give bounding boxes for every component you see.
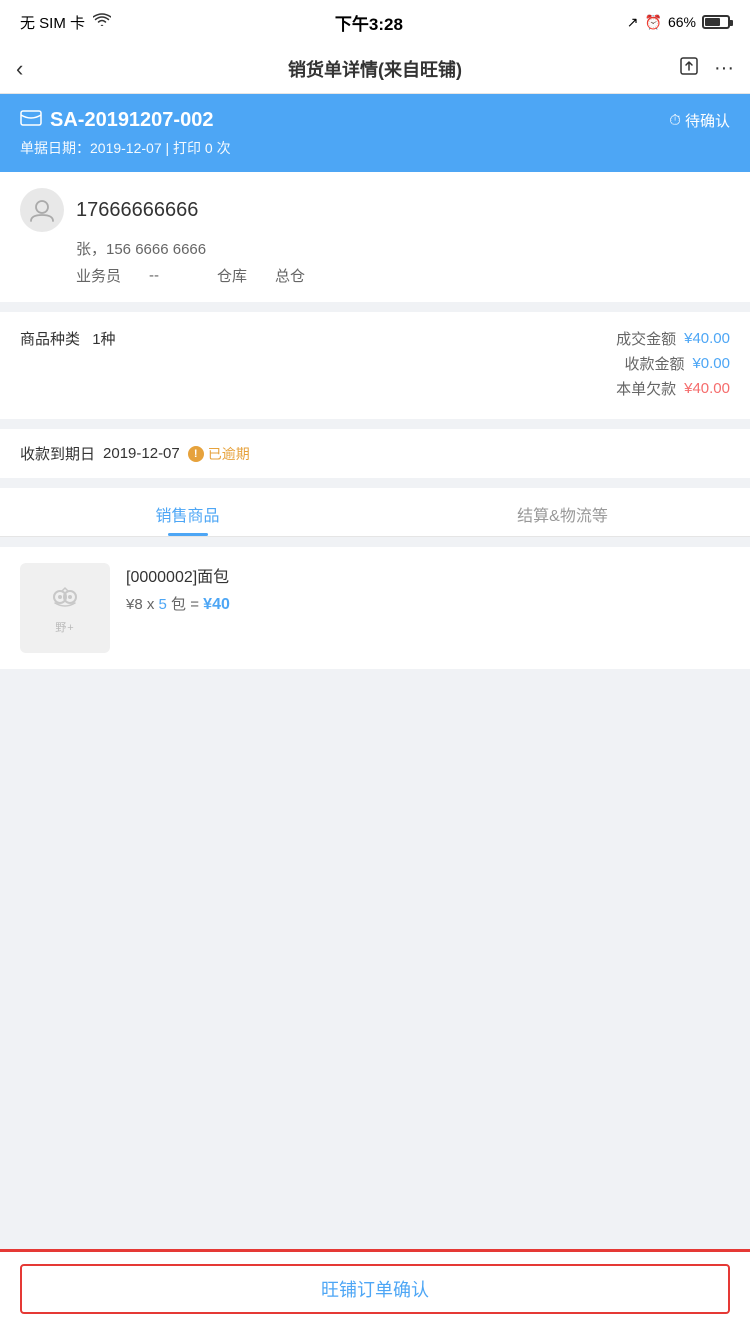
nav-actions: ···: [678, 55, 734, 83]
order-date: 单据日期：2019-12-07 | 打印 0 次: [20, 138, 730, 158]
warehouse-value: 总仓: [275, 265, 305, 286]
overdue-icon: !: [188, 446, 204, 462]
category-item: 商品种类 1种: [20, 328, 375, 349]
status-bar: 无 SIM 卡 下午3:28 ↗ ⏰ 66%: [0, 0, 750, 44]
customer-name: 张，156 6666 6666: [20, 238, 730, 259]
tabs-section: 销售商品 结算&物流等: [0, 488, 750, 537]
customer-phone: 17666666666: [76, 199, 198, 222]
equals-sign: =: [190, 596, 203, 613]
order-id-text: SA-20191207-002: [50, 109, 213, 132]
summary-right: 成交金额 ¥40.00 收款金额 ¥0.00 本单欠款 ¥40.00: [375, 328, 730, 403]
avatar: [20, 188, 64, 232]
nav-bar: ‹ 销货单详情(来自旺铺) ···: [0, 44, 750, 94]
status-text: 待确认: [685, 110, 730, 131]
carrier-text: 无 SIM 卡: [20, 12, 85, 33]
tab-settlement-label: 结算&物流等: [517, 508, 608, 525]
debt-label: 本单欠款: [616, 378, 676, 399]
status-time: 下午3:28: [335, 10, 403, 35]
category-label: 商品种类: [20, 331, 80, 348]
order-icon: [20, 108, 42, 132]
status-clock-icon: ⏱: [669, 112, 681, 129]
battery-percent: 66%: [668, 14, 696, 30]
confirm-bar: 旺铺订单确认: [0, 1249, 750, 1334]
alarm-icon: ⏰: [645, 14, 662, 31]
more-button[interactable]: ···: [714, 57, 734, 80]
unit-price: ¥8: [126, 596, 143, 613]
status-left: 无 SIM 卡: [20, 12, 111, 33]
payment-label: 收款金额: [624, 353, 684, 374]
payment-amount: ¥0.00: [692, 355, 730, 372]
product-section: 野+ [0000002]面包 ¥8 x 5 包 = ¥40: [0, 547, 750, 669]
overdue-badge: ! 已逾期: [188, 444, 250, 464]
location-icon: ↗: [627, 14, 639, 31]
category-value: 1种: [92, 331, 115, 348]
product-thumb-text: 野+: [55, 619, 74, 635]
transaction-amount: ¥40.00: [684, 330, 730, 347]
tab-settlement[interactable]: 结算&物流等: [375, 488, 750, 536]
quantity: 5: [159, 596, 167, 613]
battery-icon: [702, 15, 730, 29]
unit: 包: [171, 596, 186, 613]
wifi-icon: [93, 13, 111, 31]
debt-row: 本单欠款 ¥40.00: [375, 378, 730, 399]
transaction-label: 成交金额: [616, 328, 676, 349]
order-header: SA-20191207-002 ⏱ 待确认 单据日期：2019-12-07 | …: [0, 94, 750, 172]
confirm-button[interactable]: 旺铺订单确认: [20, 1264, 730, 1314]
summary-section: 商品种类 1种 成交金额 ¥40.00 收款金额 ¥0.00 本单欠款 ¥40.…: [0, 312, 750, 419]
tab-products[interactable]: 销售商品: [0, 488, 375, 536]
total-amount: ¥40: [203, 596, 230, 613]
status-right: ↗ ⏰ 66%: [627, 14, 730, 31]
duedate-label: 收款到期日: [20, 443, 95, 464]
overdue-text: 已逾期: [208, 444, 250, 464]
summary-left: 商品种类 1种: [20, 328, 375, 353]
share-button[interactable]: [678, 55, 700, 83]
order-id: SA-20191207-002: [20, 108, 213, 132]
product-thumb-inner: 野+: [41, 581, 89, 635]
product-info: [0000002]面包 ¥8 x 5 包 = ¥40: [126, 563, 730, 614]
back-button[interactable]: ‹: [16, 56, 52, 82]
customer-meta: 业务员 -- 仓库 总仓: [20, 265, 730, 286]
salesperson-label: 业务员: [76, 265, 121, 286]
product-price: ¥8 x 5 包 = ¥40: [126, 593, 730, 614]
order-status: ⏱ 待确认: [669, 110, 730, 131]
product-thumbnail: 野+: [20, 563, 110, 653]
tabs-row: 销售商品 结算&物流等: [0, 488, 750, 537]
multiply-sign: x: [147, 596, 159, 613]
duedate-section: 收款到期日 2019-12-07 ! 已逾期: [0, 429, 750, 478]
confirm-button-label: 旺铺订单确认: [321, 1276, 429, 1302]
debt-amount: ¥40.00: [684, 380, 730, 397]
page-title: 销货单详情(来自旺铺): [288, 56, 462, 82]
tab-products-label: 销售商品: [155, 508, 219, 525]
duedate-value: 2019-12-07: [103, 445, 180, 462]
warehouse-label: 仓库: [217, 265, 247, 286]
transaction-row: 成交金额 ¥40.00: [375, 328, 730, 349]
product-name: [0000002]面包: [126, 563, 730, 587]
back-icon: ‹: [16, 56, 23, 82]
salesperson-value: --: [149, 267, 159, 284]
customer-section: 17666666666 张，156 6666 6666 业务员 -- 仓库 总仓: [0, 172, 750, 302]
payment-row: 收款金额 ¥0.00: [375, 353, 730, 374]
